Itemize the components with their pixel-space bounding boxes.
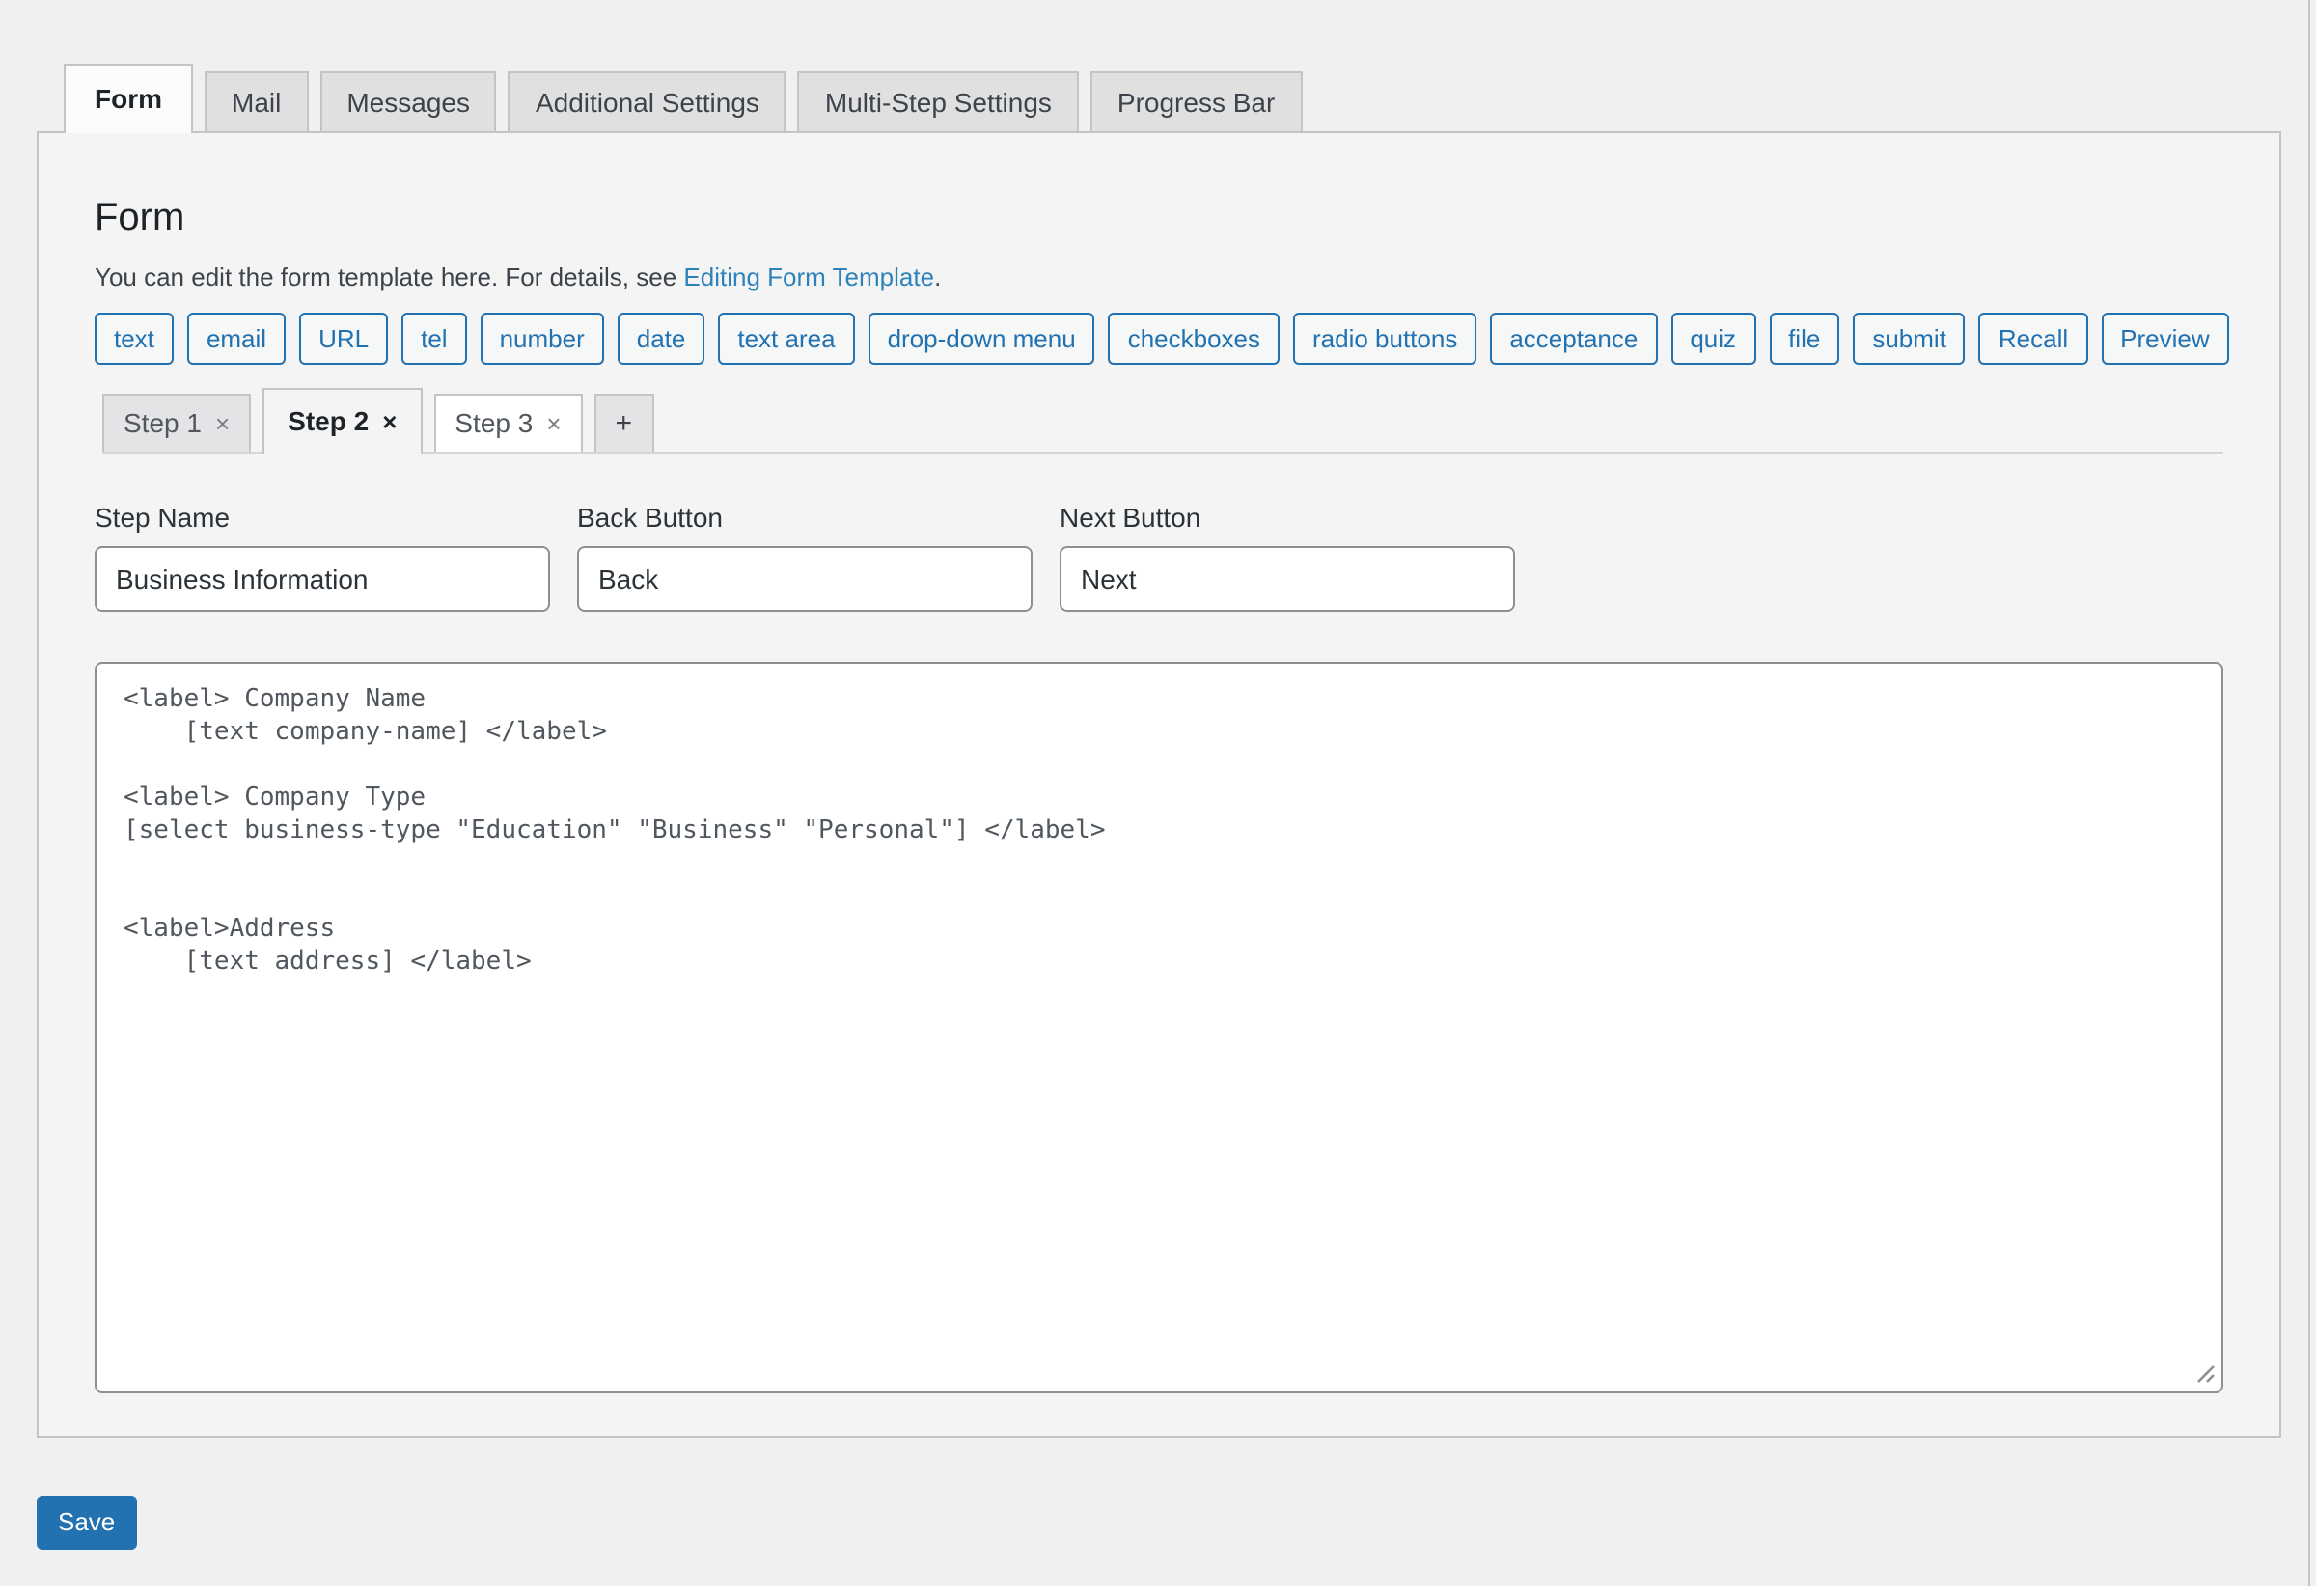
panel-title: Form (95, 197, 185, 239)
add-step-button[interactable]: + (593, 394, 654, 452)
tag-button-preview[interactable]: Preview (2101, 313, 2229, 365)
tag-button-checkboxes[interactable]: checkboxes (1108, 313, 1280, 365)
editor-tab-bar: Form Mail Messages Additional Settings M… (0, 0, 2316, 133)
step-tab-3[interactable]: Step 3 × (433, 394, 583, 452)
cf7-editor-page: Form Mail Messages Additional Settings M… (0, 0, 2316, 1596)
tab-mail[interactable]: Mail (205, 71, 309, 131)
tab-multi-step-settings[interactable]: Multi-Step Settings (797, 71, 1079, 131)
tag-button-tel[interactable]: tel (401, 313, 467, 365)
form-editor-panel: Form You can edit the form template here… (37, 131, 2281, 1438)
step-tab-1[interactable]: Step 1 × (102, 394, 252, 452)
remove-step-2-icon[interactable]: × (382, 405, 397, 438)
back-button-input[interactable] (577, 546, 1033, 612)
tag-button-quiz[interactable]: quiz (1670, 313, 1756, 365)
step-settings-row: Step Name Back Button Next Button (95, 500, 2223, 612)
tag-button-number[interactable]: number (480, 313, 604, 365)
description-text: You can edit the form template here. For… (95, 262, 684, 291)
step-tab-2[interactable]: Step 2 × (262, 388, 423, 454)
next-button-field-group: Next Button (1060, 500, 1515, 612)
tag-button-submit[interactable]: submit (1853, 313, 1966, 365)
window-bottom-edge (0, 1586, 2316, 1596)
back-button-field-group: Back Button (577, 500, 1033, 612)
remove-step-1-icon[interactable]: × (215, 407, 230, 440)
tag-button-drop-down-menu[interactable]: drop-down menu (868, 313, 1095, 365)
tab-additional-settings[interactable]: Additional Settings (508, 71, 786, 131)
form-template-textarea[interactable]: <label> Company Name [text company-name]… (95, 662, 2223, 1393)
tag-button-date[interactable]: date (617, 313, 705, 365)
remove-step-3-icon[interactable]: × (546, 407, 561, 440)
next-button-input[interactable] (1060, 546, 1515, 612)
tag-button-file[interactable]: file (1769, 313, 1840, 365)
tag-button-url[interactable]: URL (299, 313, 389, 365)
step-tab-bar: Step 1 × Step 2 × Step 3 × + (102, 388, 2223, 454)
editing-form-template-link[interactable]: Editing Form Template (683, 262, 934, 291)
step-tab-2-label: Step 2 (288, 405, 370, 436)
tag-button-email[interactable]: email (186, 313, 287, 365)
step-name-label: Step Name (95, 502, 231, 533)
tag-button-recall[interactable]: Recall (1978, 313, 2088, 365)
tag-button-radio-buttons[interactable]: radio buttons (1293, 313, 1477, 365)
tag-button-acceptance[interactable]: acceptance (1490, 313, 1658, 365)
tab-progress-bar[interactable]: Progress Bar (1089, 71, 1303, 131)
step-tab-1-label: Step 1 (124, 407, 202, 438)
form-template-wrap: <label> Company Name [text company-name]… (95, 662, 2223, 1393)
tab-form[interactable]: Form (64, 64, 193, 133)
step-name-field-group: Step Name (95, 500, 550, 612)
tag-button-text-area[interactable]: text area (718, 313, 855, 365)
tag-generator-row: text email URL tel number date text area… (95, 313, 2229, 365)
tab-messages[interactable]: Messages (319, 71, 497, 131)
panel-description: You can edit the form template here. For… (95, 261, 2223, 293)
footer-actions: Save (37, 1496, 2316, 1550)
next-button-label: Next Button (1060, 502, 1201, 533)
window-right-edge (2308, 0, 2310, 1596)
save-button[interactable]: Save (37, 1496, 137, 1550)
description-period: . (934, 262, 942, 291)
step-name-input[interactable] (95, 546, 550, 612)
step-tab-3-label: Step 3 (455, 407, 534, 438)
back-button-label: Back Button (577, 502, 723, 533)
tag-button-text[interactable]: text (95, 313, 174, 365)
